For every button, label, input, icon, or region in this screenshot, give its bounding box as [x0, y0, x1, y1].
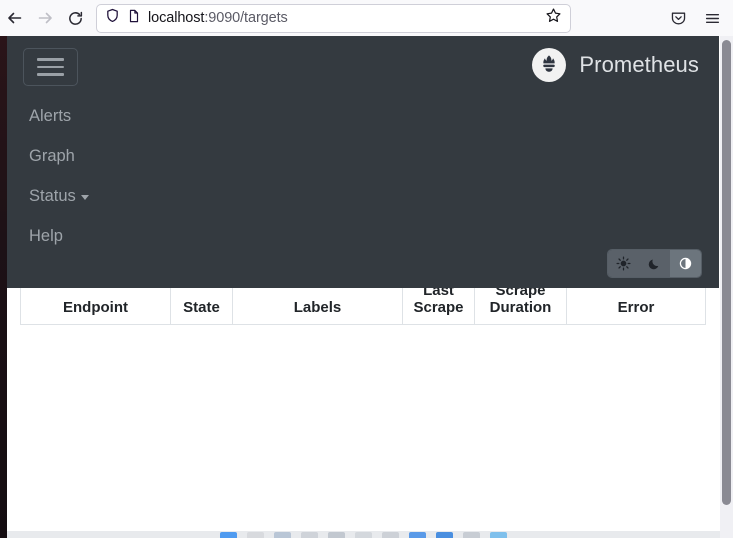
reload-button[interactable] — [60, 3, 90, 33]
page-viewport: node (1/1 up) show less Endpoint State L… — [7, 36, 733, 538]
hamburger-menu-icon[interactable] — [697, 3, 727, 33]
pocket-icon[interactable] — [663, 3, 693, 33]
url-bar[interactable]: localhost:9090/targets — [96, 3, 571, 33]
toggler-bar — [37, 73, 64, 76]
theme-light-button[interactable] — [608, 250, 639, 277]
nav-link-label: Help — [29, 227, 63, 245]
nav-link-alerts[interactable]: Alerts — [29, 96, 89, 136]
shield-icon — [105, 8, 120, 28]
taskbar-icon[interactable] — [220, 532, 237, 538]
nav-link-graph[interactable]: Graph — [29, 136, 89, 176]
navbar-toggler-button[interactable] — [23, 48, 78, 86]
taskbar-icon[interactable] — [301, 532, 318, 538]
taskbar-icon[interactable] — [463, 532, 480, 538]
back-button[interactable] — [0, 3, 30, 33]
taskbar-icon[interactable] — [355, 532, 372, 538]
nav-link-label: Graph — [29, 147, 75, 165]
brand-title: Prometheus — [579, 52, 699, 77]
taskbar-icon[interactable] — [328, 532, 345, 538]
chevron-down-icon — [80, 195, 89, 200]
prometheus-navbar: Prometheus Alerts Graph Status Help — [7, 36, 719, 288]
taskbar-icon[interactable] — [409, 532, 426, 538]
url-text: localhost:9090/targets — [148, 10, 538, 26]
desktop-left-edge — [0, 36, 7, 538]
theme-auto-button[interactable] — [670, 250, 701, 277]
prometheus-logo-icon — [532, 48, 567, 82]
theme-dark-button[interactable] — [639, 250, 670, 277]
nav-link-help[interactable]: Help — [29, 216, 89, 256]
nav-link-status[interactable]: Status — [29, 176, 89, 216]
toggler-bar — [37, 65, 64, 69]
toggler-bar — [37, 58, 64, 61]
half-circle-icon — [679, 257, 692, 270]
taskbar-icon[interactable] — [436, 532, 453, 538]
taskbar-icon[interactable] — [274, 532, 291, 538]
prometheus-torch-glyph — [543, 55, 556, 72]
nav-link-label: Status — [29, 187, 76, 205]
desktop-taskbar — [7, 531, 720, 538]
taskbar-icon[interactable] — [382, 532, 399, 538]
chrome-right-buttons — [663, 3, 733, 33]
brand[interactable]: Prometheus — [532, 48, 699, 82]
browser-toolbar: localhost:9090/targets — [0, 0, 733, 36]
theme-toggle-group — [607, 249, 702, 278]
sun-icon — [616, 256, 631, 271]
nav-links: Alerts Graph Status Help — [29, 96, 89, 256]
url-path: :9090/targets — [204, 10, 288, 26]
nav-link-label: Alerts — [29, 107, 72, 125]
forward-button[interactable] — [30, 3, 60, 33]
star-icon[interactable] — [545, 7, 562, 29]
page-scrollbar[interactable] — [720, 36, 733, 538]
url-host: localhost — [148, 10, 205, 26]
scrollbar-thumb[interactable] — [722, 40, 731, 505]
moon-icon — [648, 259, 659, 270]
taskbar-icon[interactable] — [247, 532, 264, 538]
taskbar-icon[interactable] — [490, 532, 507, 538]
page-icon — [127, 9, 141, 28]
